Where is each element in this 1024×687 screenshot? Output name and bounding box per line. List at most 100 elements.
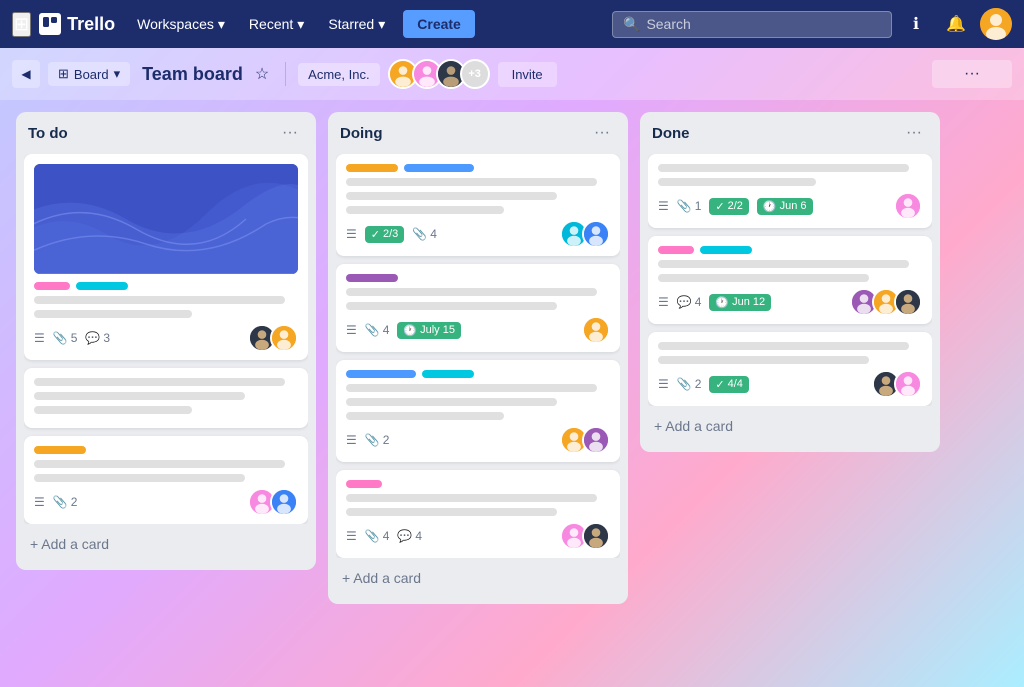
checklist-icon: ✓: [371, 228, 380, 241]
hamburger-icon: ☰: [34, 331, 45, 345]
card-tags: [34, 282, 298, 290]
sidebar-toggle-button[interactable]: ◀: [12, 60, 40, 88]
invite-button[interactable]: Invite: [498, 62, 557, 87]
search-input[interactable]: [646, 16, 881, 32]
column-doing-menu[interactable]: ···: [588, 122, 616, 144]
hamburger-icon: ☰: [346, 323, 357, 337]
card-footer: ☰ 📎 2 ✓ 4/4: [658, 370, 922, 398]
column-doing-title: Doing: [340, 125, 383, 142]
card-meta: ☰ 💬 4 🕐 Jun 12: [658, 294, 850, 311]
card-cover: [34, 164, 298, 274]
tag-pink: [658, 246, 694, 254]
card-done-3[interactable]: ☰ 📎 2 ✓ 4/4: [648, 332, 932, 406]
card-text-secondary: [658, 274, 869, 282]
workspace-label[interactable]: Acme, Inc.: [298, 63, 379, 86]
grid-menu-button[interactable]: ⊞: [12, 12, 31, 37]
tag-cyan: [422, 370, 474, 378]
card-done-1[interactable]: ☰ 📎 1 ✓ 2/2 🕐 Jun 6: [648, 154, 932, 228]
board-content: To do ···: [0, 100, 1024, 687]
board-header: ◀ ⊞ Board ▾ Team board ☆ Acme, Inc. +3 I…: [0, 48, 1024, 100]
card-done-2[interactable]: ☰ 💬 4 🕐 Jun 12: [648, 236, 932, 324]
card-text-primary: [346, 178, 597, 186]
card-footer: ☰ 📎 2: [346, 426, 610, 454]
add-card-done-button[interactable]: + Add a card: [648, 410, 932, 442]
assignee-avatar-2: [270, 324, 298, 352]
workspaces-menu[interactable]: Workspaces ▾: [127, 10, 235, 39]
card-doing-4[interactable]: ☰ 📎 4 💬 4: [336, 470, 620, 558]
column-doing-cards: ☰ ✓ 2/3 📎 4: [336, 154, 620, 558]
attachments-count: 📎 2: [365, 433, 390, 447]
search-bar[interactable]: 🔍: [612, 11, 892, 38]
card-footer: ☰ 📎 2: [34, 488, 298, 516]
clock-icon: 🕐: [715, 296, 729, 309]
card-footer: ☰ 💬 4 🕐 Jun 12: [658, 288, 922, 316]
member-avatar-count[interactable]: +3: [460, 59, 490, 89]
add-card-doing-button[interactable]: + Add a card: [336, 562, 620, 594]
card-meta: ☰ 📎 2 ✓ 4/4: [658, 376, 872, 393]
card-doing-1[interactable]: ☰ ✓ 2/3 📎 4: [336, 154, 620, 256]
column-done-title: Done: [652, 125, 690, 142]
column-doing-header: Doing ···: [336, 122, 620, 144]
card-text-tertiary: [34, 406, 192, 414]
attachment-icon: 📎: [677, 377, 692, 391]
assignee-avatar-1: [894, 192, 922, 220]
due-date-badge: 🕐 Jun 6: [757, 198, 813, 215]
card-text-tertiary: [346, 412, 504, 420]
hamburger-icon: ☰: [658, 199, 669, 213]
card-tags: [658, 246, 922, 254]
column-todo-cards: ☰ 📎 5 💬 3: [24, 154, 308, 524]
hamburger-icon: ☰: [658, 295, 669, 309]
recent-menu[interactable]: Recent ▾: [239, 10, 314, 39]
card-text-secondary: [658, 356, 869, 364]
tag-yellow: [34, 446, 86, 454]
hamburger-icon: ☰: [658, 377, 669, 391]
card-text-tertiary: [346, 206, 504, 214]
user-avatar[interactable]: [980, 8, 1012, 40]
card-text-primary: [346, 494, 597, 502]
assignee-avatar-2: [582, 522, 610, 550]
attachment-icon: 📎: [412, 227, 427, 241]
tag-blue: [404, 164, 474, 172]
column-todo-menu[interactable]: ···: [276, 122, 304, 144]
board-view-button[interactable]: ⊞ Board ▾: [48, 62, 130, 86]
card-assignees: [560, 220, 610, 248]
trello-logo-icon: [39, 13, 61, 35]
card-assignees: [582, 316, 610, 344]
assignee-avatar-2: [270, 488, 298, 516]
assignee-avatar-3: [894, 288, 922, 316]
star-board-button[interactable]: ☆: [251, 60, 273, 88]
card-meta: ☰ 📎 4 🕐 July 15: [346, 322, 582, 339]
info-button[interactable]: ℹ: [900, 8, 932, 40]
attachment-icon: 📎: [53, 331, 68, 345]
more-options-button[interactable]: ···: [932, 60, 1012, 88]
tag-cyan: [76, 282, 128, 290]
card-tags: [34, 446, 298, 454]
comment-icon: 💬: [85, 331, 100, 345]
card-todo-1[interactable]: ☰ 📎 5 💬 3: [24, 154, 308, 360]
card-assignees: [872, 370, 922, 398]
column-done-menu[interactable]: ···: [900, 122, 928, 144]
create-button[interactable]: Create: [403, 10, 475, 38]
card-text-secondary: [346, 192, 557, 200]
card-assignees: [850, 288, 922, 316]
starred-menu[interactable]: Starred ▾: [318, 10, 395, 39]
add-card-todo-button[interactable]: + Add a card: [24, 528, 308, 560]
card-tags: [346, 480, 610, 488]
tag-blue: [346, 370, 416, 378]
card-meta: ☰ 📎 2: [34, 495, 248, 509]
card-doing-3[interactable]: ☰ 📎 2: [336, 360, 620, 462]
card-text-secondary: [34, 310, 192, 318]
due-date-badge: 🕐 July 15: [397, 322, 461, 339]
column-todo-title: To do: [28, 125, 68, 142]
card-todo-2[interactable]: [24, 368, 308, 428]
column-todo-header: To do ···: [24, 122, 308, 144]
notifications-button[interactable]: 🔔: [940, 8, 972, 40]
card-text-primary: [34, 460, 285, 468]
card-text-primary: [34, 296, 285, 304]
card-doing-2[interactable]: ☰ 📎 4 🕐 July 15: [336, 264, 620, 352]
card-todo-3[interactable]: ☰ 📎 2: [24, 436, 308, 524]
column-done-cards: ☰ 📎 1 ✓ 2/2 🕐 Jun 6: [648, 154, 932, 406]
check-icon: ✓: [715, 200, 724, 213]
card-assignees: [560, 426, 610, 454]
checklist-badge: ✓ 2/3: [365, 226, 405, 243]
